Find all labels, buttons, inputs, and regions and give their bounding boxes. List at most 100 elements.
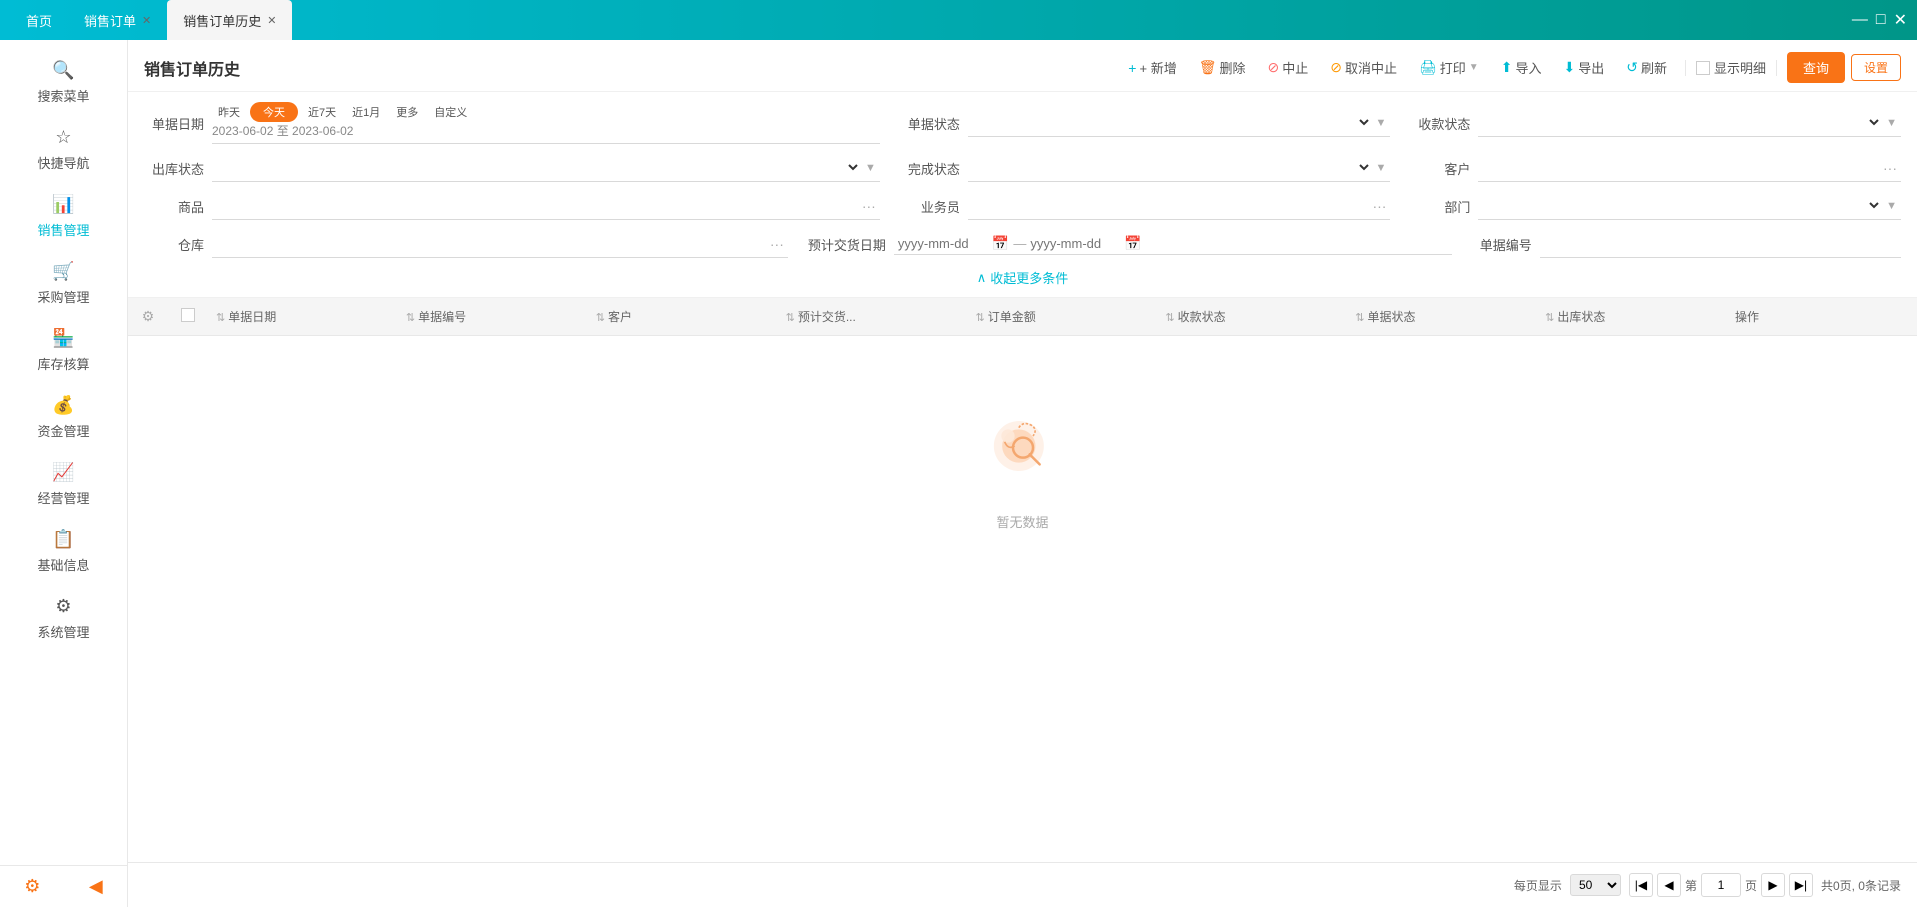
sidebar-item-sys-mgmt[interactable]: ⚙ 系统管理 bbox=[0, 584, 127, 651]
filter-payment-status: 收款状态 ▼ bbox=[1410, 109, 1901, 137]
next-page-button[interactable]: ▶ bbox=[1761, 873, 1785, 897]
th-date[interactable]: 单据日期 bbox=[208, 298, 398, 336]
goods-control: ··· bbox=[212, 192, 880, 220]
out-status-chevron-icon: ▼ bbox=[865, 162, 876, 174]
minimize-icon[interactable]: — bbox=[1852, 11, 1868, 29]
refresh-button[interactable]: ↺ 刷新 bbox=[1618, 54, 1675, 81]
order-number-input[interactable] bbox=[1544, 236, 1897, 251]
th-out-status[interactable]: 出库状态 bbox=[1537, 298, 1727, 336]
date-tag-7days[interactable]: 近7天 bbox=[302, 102, 342, 122]
new-button[interactable]: + + 新增 bbox=[1120, 54, 1184, 81]
expected-date-label: 预计交货日期 bbox=[808, 235, 886, 254]
th-payment-status[interactable]: 收款状态 bbox=[1157, 298, 1347, 336]
th-settings: ⚙ bbox=[128, 298, 168, 336]
sidebar-item-sys-mgmt-label: 系统管理 bbox=[37, 622, 89, 641]
close-window-icon[interactable]: ✕ bbox=[1894, 10, 1907, 30]
tab-sales-order-close[interactable]: ✕ bbox=[142, 14, 151, 27]
last-page-button[interactable]: ▶| bbox=[1789, 873, 1813, 897]
warehouse-label: 仓库 bbox=[144, 235, 204, 254]
sidebar-item-basic-info[interactable]: 📋 基础信息 bbox=[0, 517, 127, 584]
settings-button[interactable]: 设置 bbox=[1851, 54, 1901, 81]
customer-input[interactable] bbox=[1482, 160, 1883, 175]
complete-status-select[interactable] bbox=[972, 159, 1372, 176]
tab-home[interactable]: 销售订单历史 首页 bbox=[10, 0, 68, 40]
date-from-input[interactable] bbox=[898, 236, 988, 251]
prev-page-button[interactable]: ◀ bbox=[1657, 873, 1681, 897]
dept-control: ▼ bbox=[1478, 192, 1901, 220]
refresh-label: 刷新 bbox=[1641, 58, 1667, 77]
show-cols-checkbox[interactable] bbox=[1696, 61, 1710, 75]
goods-input[interactable] bbox=[216, 198, 862, 213]
calendar-from-icon[interactable]: 📅 bbox=[992, 235, 1009, 252]
export-button[interactable]: ⬇ 导出 bbox=[1555, 54, 1612, 81]
first-page-button[interactable]: |◀ bbox=[1629, 873, 1653, 897]
tab-sales-order-history[interactable]: 销售订单历史 ✕ bbox=[167, 0, 292, 40]
th-order-status[interactable]: 单据状态 bbox=[1347, 298, 1537, 336]
maximize-icon[interactable]: □ bbox=[1876, 11, 1886, 29]
import-button[interactable]: ⬆ 导入 bbox=[1493, 54, 1550, 81]
date-tag-custom[interactable]: 自定义 bbox=[428, 102, 473, 122]
sidebar-item-sales-mgmt[interactable]: 📊 销售管理 bbox=[0, 182, 127, 249]
date-to-input[interactable] bbox=[1030, 236, 1120, 251]
dept-select[interactable] bbox=[1482, 197, 1882, 214]
customer-dots-icon: ··· bbox=[1883, 160, 1897, 176]
salesperson-label: 业务员 bbox=[900, 197, 960, 216]
status-label: 单据状态 bbox=[900, 114, 960, 133]
order-number-label: 单据编号 bbox=[1472, 235, 1532, 254]
show-cols-text: 显示明细 bbox=[1714, 58, 1766, 77]
search-button[interactable]: 查询 bbox=[1787, 52, 1845, 83]
customer-control: ··· bbox=[1478, 154, 1901, 182]
per-page-select[interactable]: 50 10 20 100 bbox=[1570, 874, 1621, 896]
sidebar-item-ops-mgmt-label: 经营管理 bbox=[37, 488, 89, 507]
salesperson-input[interactable] bbox=[972, 198, 1373, 213]
empty-illustration bbox=[973, 396, 1073, 496]
th-amount[interactable]: 订单金额 bbox=[968, 298, 1158, 336]
page-label-suffix: 页 bbox=[1745, 877, 1757, 894]
delete-button[interactable]: 🗑 删除 bbox=[1191, 54, 1254, 81]
export-icon: ⬇ bbox=[1563, 59, 1575, 76]
th-expected-date[interactable]: 预计交货... bbox=[778, 298, 968, 336]
tab-sales-order[interactable]: 销售订单 ✕ bbox=[68, 0, 167, 40]
table-settings-icon[interactable]: ⚙ bbox=[142, 308, 155, 324]
new-label: + 新增 bbox=[1139, 58, 1176, 77]
export-label: 导出 bbox=[1578, 58, 1604, 77]
sidebar-settings-icon[interactable]: ⚙ bbox=[24, 876, 40, 897]
sidebar: 🔍 搜索菜单 ☆ 快捷导航 📊 销售管理 🛒 采购管理 🏪 库存核算 💰 资金管… bbox=[0, 40, 128, 907]
collapse-row[interactable]: ∧ 收起更多条件 bbox=[144, 268, 1901, 287]
payment-status-select[interactable] bbox=[1482, 114, 1882, 131]
sidebar-collapse-icon[interactable]: ◀ bbox=[89, 876, 103, 897]
date-tag-today[interactable]: 今天 bbox=[250, 102, 298, 122]
dept-label: 部门 bbox=[1410, 197, 1470, 216]
out-status-select[interactable] bbox=[216, 159, 861, 176]
toolbar: + + 新增 🗑 删除 ⊘ 中止 ⊘ 取消中止 🖨 打印 bbox=[1120, 52, 1901, 83]
collapse-up-icon: ∧ bbox=[977, 270, 987, 286]
status-select[interactable] bbox=[972, 114, 1372, 131]
warehouse-input[interactable] bbox=[216, 236, 770, 251]
page-number-input[interactable] bbox=[1701, 873, 1741, 897]
sidebar-item-capital-mgmt-label: 资金管理 bbox=[37, 421, 89, 440]
table-select-all-checkbox[interactable] bbox=[181, 308, 195, 322]
filter-order-status: 单据状态 ▼ bbox=[900, 109, 1391, 137]
sidebar-item-ops-mgmt[interactable]: 📈 经营管理 bbox=[0, 450, 127, 517]
th-customer[interactable]: 客户 bbox=[588, 298, 778, 336]
date-tag-more[interactable]: 更多 bbox=[390, 102, 424, 122]
filter-row-3: 商品 ··· 业务员 ··· 部门 bbox=[144, 192, 1901, 220]
empty-text: 暂无数据 bbox=[996, 512, 1048, 531]
sales-mgmt-icon: 📊 bbox=[52, 192, 76, 216]
sidebar-item-quick-nav[interactable]: ☆ 快捷导航 bbox=[0, 115, 127, 182]
print-button[interactable]: 🖨 打印 ▼ bbox=[1411, 54, 1487, 81]
cancel-stop-button[interactable]: ⊘ 取消中止 bbox=[1322, 54, 1405, 81]
sidebar-item-capital-mgmt[interactable]: 💰 资金管理 bbox=[0, 383, 127, 450]
calendar-to-icon[interactable]: 📅 bbox=[1124, 235, 1141, 252]
salesperson-control: ··· bbox=[968, 192, 1391, 220]
quick-nav-icon: ☆ bbox=[52, 125, 76, 149]
sidebar-item-search-menu[interactable]: 🔍 搜索菜单 bbox=[0, 48, 127, 115]
print-icon: 🖨 bbox=[1419, 59, 1437, 76]
stop-button[interactable]: ⊘ 中止 bbox=[1260, 54, 1317, 81]
th-number[interactable]: 单据编号 bbox=[398, 298, 588, 336]
tab-sales-order-history-close[interactable]: ✕ bbox=[267, 14, 276, 27]
sidebar-item-purchase-mgmt[interactable]: 🛒 采购管理 bbox=[0, 249, 127, 316]
sidebar-item-inventory-calc[interactable]: 🏪 库存核算 bbox=[0, 316, 127, 383]
date-tag-1month[interactable]: 近1月 bbox=[346, 102, 386, 122]
date-tag-yesterday[interactable]: 昨天 bbox=[212, 102, 246, 122]
